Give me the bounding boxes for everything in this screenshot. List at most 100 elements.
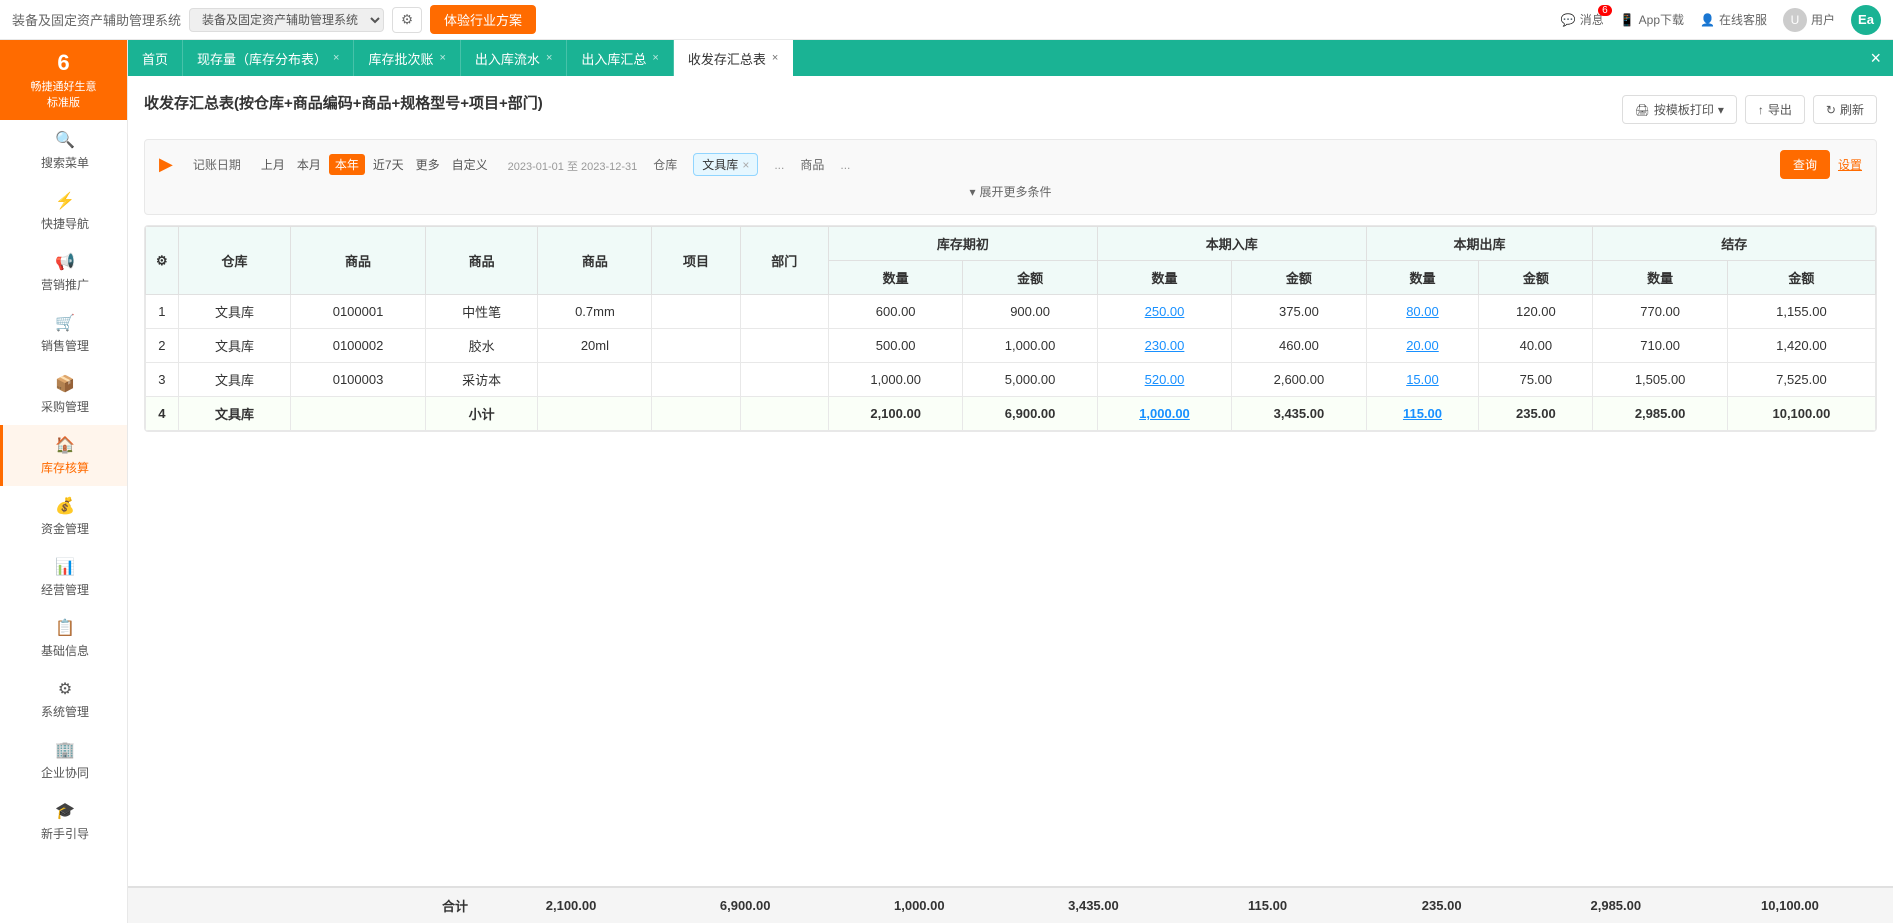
date-label: 记账日期: [193, 156, 241, 173]
query-label: 查询: [1793, 156, 1817, 173]
row-warehouse: 文具库: [178, 329, 291, 363]
outbound-qty-link[interactable]: 80.00: [1406, 304, 1439, 319]
user-avatar-ea: Ea: [1851, 5, 1881, 35]
outbound-qty-link[interactable]: 115.00: [1403, 406, 1442, 421]
demo-button[interactable]: 体验行业方案: [430, 5, 536, 34]
tab-inout-flow[interactable]: 出入库流水 ×: [461, 40, 567, 76]
sidebar-item-system[interactable]: ⚙ 系统管理: [0, 669, 127, 730]
date-btn-7days[interactable]: 近7天: [369, 154, 408, 175]
inbound-qty-link[interactable]: 250.00: [1145, 304, 1185, 319]
date-btn-this-month[interactable]: 本月: [293, 154, 325, 175]
basic-info-icon: 📋: [55, 618, 75, 638]
warehouse-more-btn[interactable]: ...: [774, 158, 784, 172]
date-btn-more[interactable]: 更多: [412, 154, 444, 175]
data-table-wrapper: ⚙ 仓库 商品 商品 商品 项目 部门 库存期初 本期入库 本期出库: [144, 225, 1877, 432]
col-setting-header[interactable]: ⚙: [146, 227, 179, 295]
notification-area[interactable]: 💬 消息 6: [1561, 11, 1604, 28]
system-selector[interactable]: 装备及固定资产辅助管理系统: [189, 8, 384, 32]
col-balance-qty-header: 数量: [1593, 261, 1727, 295]
col-product-name-header: 商品: [425, 227, 538, 295]
col-outbound-amt-header: 金额: [1479, 261, 1593, 295]
sidebar-label-system: 系统管理: [41, 703, 89, 720]
tab-inventory-dist[interactable]: 现存量（库存分布表） ×: [183, 40, 354, 76]
tab-inout-flow-close[interactable]: ×: [546, 52, 552, 64]
quick-nav-icon: ⚡: [55, 191, 75, 211]
row-inbound-amt: 2,600.00: [1232, 363, 1366, 397]
date-btn-custom[interactable]: 自定义: [448, 154, 492, 175]
outbound-qty-link[interactable]: 20.00: [1406, 338, 1439, 353]
row-balance-qty: 770.00: [1593, 295, 1727, 329]
sidebar-label-inventory: 库存核算: [41, 459, 89, 476]
sidebar-label-sales: 销售管理: [41, 337, 89, 354]
sidebar-item-marketing[interactable]: 📢 营销推广: [0, 242, 127, 303]
sidebar-item-sales[interactable]: 🛒 销售管理: [0, 303, 127, 364]
sidebar-item-operation[interactable]: 📊 经营管理: [0, 547, 127, 608]
sidebar-item-finance[interactable]: 💰 资金管理: [0, 486, 127, 547]
right-actions: 🖨 按模板打印 ▾ ↑ 导出 ↻ 刷新: [1622, 95, 1877, 124]
table-row: 4 文具库 小计 2,100.00 6,900.00 1,000.00 3,43…: [146, 397, 1876, 431]
marketing-icon: 📢: [55, 252, 75, 272]
gear-button[interactable]: ⚙: [392, 7, 422, 33]
expand-conditions-btn[interactable]: ▾ 展开更多条件: [969, 183, 1051, 200]
sidebar-label-newbie: 新手引导: [41, 825, 89, 842]
tab-bar-global-close[interactable]: ×: [1858, 48, 1893, 69]
export-button[interactable]: ↑ 导出: [1745, 95, 1805, 124]
query-button[interactable]: 查询: [1780, 150, 1830, 179]
sidebar-label-purchase: 采购管理: [41, 398, 89, 415]
inbound-qty-link[interactable]: 520.00: [1145, 372, 1185, 387]
row-outbound-amt: 40.00: [1479, 329, 1593, 363]
row-product-spec: 0.7mm: [538, 295, 652, 329]
refresh-icon: ↻: [1826, 103, 1836, 117]
row-outbound-qty: 115.00: [1366, 397, 1479, 431]
tab-inout-summary-close[interactable]: ×: [652, 52, 658, 64]
inbound-qty-link[interactable]: 230.00: [1145, 338, 1185, 353]
row-opening-qty: 600.00: [828, 295, 962, 329]
inbound-qty-link[interactable]: 1,000.00: [1139, 406, 1190, 421]
tab-inventory-dist-close[interactable]: ×: [333, 52, 339, 64]
tab-home[interactable]: 首页: [128, 40, 183, 76]
sidebar-item-purchase[interactable]: 📦 采购管理: [0, 364, 127, 425]
sidebar-item-search[interactable]: 🔍 搜索菜单: [0, 120, 127, 181]
row-outbound-amt: 120.00: [1479, 295, 1593, 329]
tab-batch[interactable]: 库存批次账 ×: [354, 40, 460, 76]
row-inbound-qty: 1,000.00: [1097, 397, 1231, 431]
row-product-code: 0100003: [291, 363, 425, 397]
user-area[interactable]: U 用户: [1783, 8, 1835, 32]
app-download-link[interactable]: 📱 App下载: [1620, 11, 1684, 28]
sidebar-item-basic-info[interactable]: 📋 基础信息: [0, 608, 127, 669]
date-btn-last-month[interactable]: 上月: [257, 154, 289, 175]
row-balance-amt: 1,420.00: [1727, 329, 1875, 363]
product-more-btn[interactable]: ...: [840, 158, 850, 172]
enterprise-icon: 🏢: [55, 740, 75, 760]
warehouse-tag-remove[interactable]: ×: [742, 158, 749, 172]
col-opening-amt-header: 金额: [963, 261, 1097, 295]
row-product-name: 小计: [425, 397, 538, 431]
tab-recv-send-summary-close[interactable]: ×: [772, 52, 778, 64]
print-template-button[interactable]: 🖨 按模板打印 ▾: [1622, 95, 1737, 124]
row-opening-qty: 1,000.00: [828, 363, 962, 397]
row-warehouse: 文具库: [178, 363, 291, 397]
date-btn-this-year[interactable]: 本年: [329, 154, 365, 175]
row-opening-qty: 2,100.00: [828, 397, 962, 431]
col-inbound-qty-header: 数量: [1097, 261, 1231, 295]
sidebar-item-enterprise[interactable]: 🏢 企业协同: [0, 730, 127, 791]
sidebar-item-newbie[interactable]: 🎓 新手引导: [0, 791, 127, 852]
footer-outbound-amt: 235.00: [1355, 898, 1529, 913]
row-index: 3: [146, 363, 179, 397]
sidebar-item-inventory[interactable]: 🏠 库存核算: [0, 425, 127, 486]
tab-batch-close[interactable]: ×: [439, 52, 445, 64]
row-index: 2: [146, 329, 179, 363]
row-inbound-qty: 250.00: [1097, 295, 1231, 329]
filter-row-expand: ▾ 展开更多条件: [159, 179, 1862, 204]
row-product-spec: [538, 397, 652, 431]
filter-arrow-icon[interactable]: ▶: [159, 154, 173, 175]
tab-recv-send-summary[interactable]: 收发存汇总表 ×: [674, 40, 793, 76]
settings-link[interactable]: 设置: [1838, 156, 1862, 173]
sidebar: 6 畅捷通好生意标准版 🔍 搜索菜单 ⚡ 快捷导航 📢 营销推广 🛒 销售管理 …: [0, 40, 128, 923]
row-product-name: 中性笔: [425, 295, 538, 329]
outbound-qty-link[interactable]: 15.00: [1406, 372, 1439, 387]
tab-inout-summary[interactable]: 出入库汇总 ×: [567, 40, 673, 76]
sidebar-item-quick-nav[interactable]: ⚡ 快捷导航: [0, 181, 127, 242]
refresh-button[interactable]: ↻ 刷新: [1813, 95, 1877, 124]
online-service-link[interactable]: 👤 在线客服: [1700, 11, 1767, 28]
